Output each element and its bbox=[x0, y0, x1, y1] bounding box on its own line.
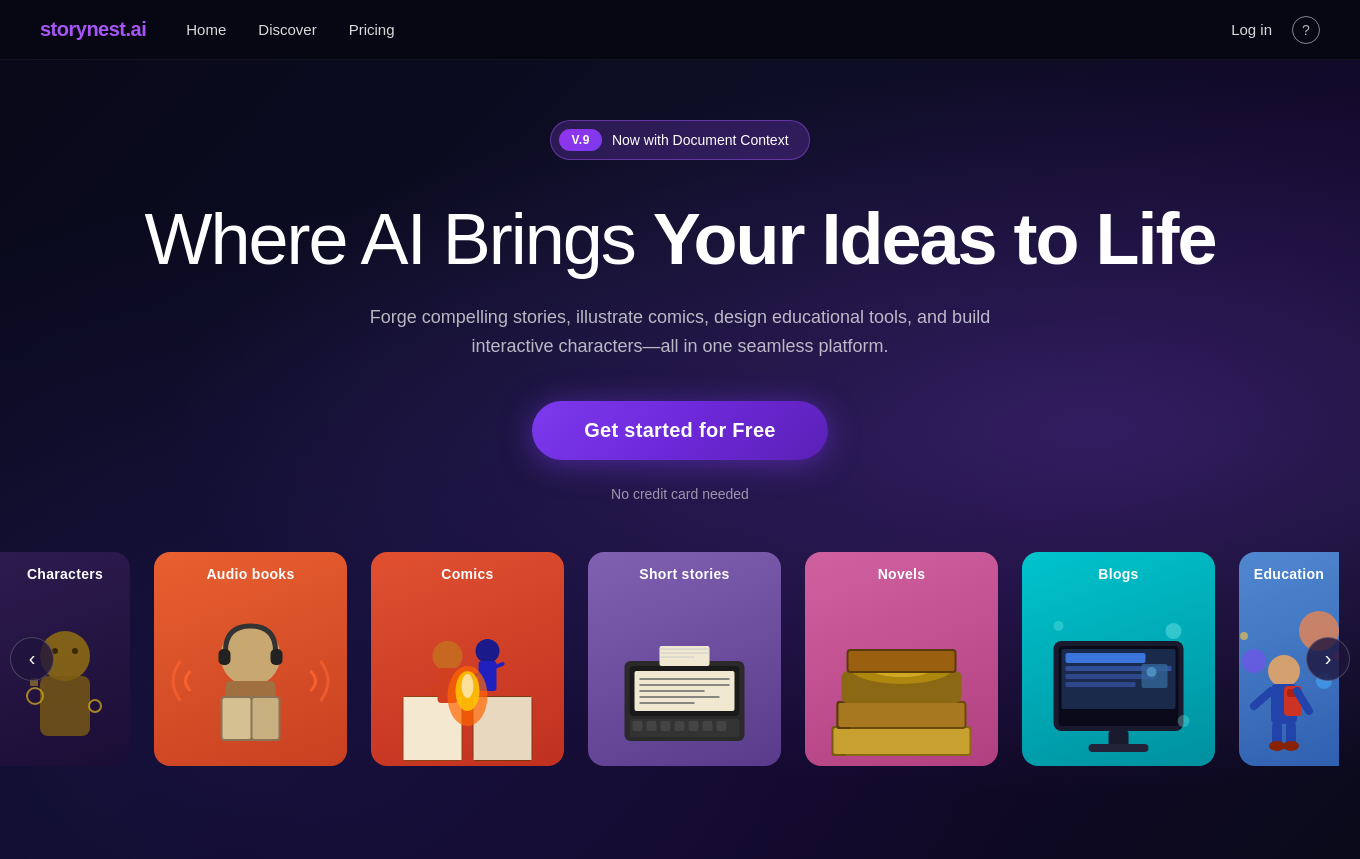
svg-rect-39 bbox=[647, 721, 657, 731]
nav-left: storynest.ai Home Discover Pricing bbox=[40, 18, 395, 41]
nav-item-home[interactable]: Home bbox=[186, 21, 226, 39]
svg-rect-66 bbox=[1066, 682, 1136, 687]
card-comics[interactable]: Comics bbox=[371, 552, 564, 766]
card-label-blogs: Blogs bbox=[1022, 566, 1215, 582]
svg-rect-13 bbox=[271, 649, 283, 665]
cards-row: Characters Audio books bbox=[0, 552, 1360, 766]
hero-title: Where AI Brings Your Ideas to Life bbox=[40, 200, 1320, 279]
logo-text: storynest.ai bbox=[40, 18, 146, 41]
card-label-audiobooks: Audio books bbox=[154, 566, 347, 582]
version-tag: V.9 bbox=[559, 129, 601, 151]
nav-item-pricing[interactable]: Pricing bbox=[349, 21, 395, 39]
comics-illustration bbox=[383, 596, 553, 766]
svg-rect-41 bbox=[675, 721, 685, 731]
card-audiobooks[interactable]: Audio books bbox=[154, 552, 347, 766]
nav-item-discover[interactable]: Discover bbox=[258, 21, 316, 39]
card-image-blogs bbox=[1022, 596, 1215, 766]
no-credit-text: No credit card needed bbox=[611, 486, 749, 502]
svg-rect-54 bbox=[839, 703, 965, 727]
card-label-education: Education bbox=[1239, 566, 1339, 582]
prev-icon: ‹ bbox=[29, 647, 36, 670]
audiobooks-illustration bbox=[171, 601, 331, 766]
badge-text: Now with Document Context bbox=[612, 132, 789, 148]
hero-title-part1: Where AI Brings bbox=[145, 199, 653, 279]
svg-rect-70 bbox=[1089, 744, 1149, 752]
logo-suffix: .ai bbox=[126, 18, 147, 40]
svg-point-77 bbox=[1240, 632, 1248, 640]
card-image-characters bbox=[0, 596, 130, 766]
svg-point-28 bbox=[462, 674, 474, 698]
card-label-characters: Characters bbox=[0, 566, 130, 582]
svg-point-18 bbox=[433, 641, 463, 671]
svg-point-68 bbox=[1147, 667, 1157, 677]
svg-rect-42 bbox=[689, 721, 699, 731]
nav-link-discover[interactable]: Discover bbox=[258, 21, 316, 38]
card-image-novels bbox=[805, 596, 998, 766]
svg-point-72 bbox=[1054, 621, 1064, 631]
card-blogs[interactable]: Blogs bbox=[1022, 552, 1215, 766]
svg-rect-38 bbox=[633, 721, 643, 731]
cta-button[interactable]: Get started for Free bbox=[532, 401, 828, 460]
hero-subtitle: Forge compelling stories, illustrate com… bbox=[330, 303, 1030, 361]
svg-point-79 bbox=[1268, 655, 1300, 687]
svg-point-3 bbox=[72, 648, 78, 654]
nav-links: Home Discover Pricing bbox=[186, 21, 394, 39]
svg-line-87 bbox=[1254, 691, 1271, 706]
svg-rect-43 bbox=[703, 721, 713, 731]
card-label-short: Short stories bbox=[588, 566, 781, 582]
card-short-stories[interactable]: Short stories bbox=[588, 552, 781, 766]
svg-rect-51 bbox=[834, 728, 970, 754]
version-badge: V.9 Now with Document Context bbox=[550, 120, 809, 160]
svg-rect-11 bbox=[253, 698, 279, 739]
navbar: storynest.ai Home Discover Pricing Log i… bbox=[0, 0, 1360, 60]
login-button[interactable]: Log in bbox=[1231, 21, 1272, 38]
logo-name: storynest bbox=[40, 18, 126, 40]
svg-point-22 bbox=[476, 639, 500, 663]
logo[interactable]: storynest.ai bbox=[40, 18, 146, 41]
svg-rect-1 bbox=[40, 676, 90, 736]
card-novels[interactable]: Novels bbox=[805, 552, 998, 766]
svg-point-86 bbox=[1283, 741, 1299, 751]
card-image-education bbox=[1239, 596, 1339, 766]
short-stories-illustration bbox=[605, 601, 765, 766]
card-image-comics bbox=[371, 596, 564, 766]
svg-rect-10 bbox=[223, 698, 251, 739]
hero-section: V.9 Now with Document Context Where AI B… bbox=[0, 60, 1360, 522]
nav-link-pricing[interactable]: Pricing bbox=[349, 21, 395, 38]
card-image-short bbox=[588, 596, 781, 766]
next-icon: › bbox=[1325, 647, 1332, 670]
card-label-novels: Novels bbox=[805, 566, 998, 582]
hero-title-part2: Your Ideas to Life bbox=[653, 199, 1216, 279]
education-illustration bbox=[1239, 601, 1339, 766]
svg-rect-63 bbox=[1066, 653, 1146, 663]
novels-illustration bbox=[822, 601, 982, 766]
carousel-next-button[interactable]: › bbox=[1306, 637, 1350, 681]
svg-rect-59 bbox=[849, 651, 955, 671]
carousel-prev-button[interactable]: ‹ bbox=[10, 637, 54, 681]
svg-rect-12 bbox=[219, 649, 231, 665]
svg-point-75 bbox=[1242, 649, 1266, 673]
nav-right: Log in ? bbox=[1231, 16, 1320, 44]
svg-point-5 bbox=[89, 700, 101, 712]
carousel-section: ‹ › Characters bbox=[0, 552, 1360, 766]
svg-point-85 bbox=[1269, 741, 1285, 751]
nav-link-home[interactable]: Home bbox=[186, 21, 226, 38]
blogs-illustration bbox=[1034, 601, 1204, 766]
svg-rect-40 bbox=[661, 721, 671, 731]
card-image-audiobooks bbox=[154, 596, 347, 766]
svg-rect-44 bbox=[717, 721, 727, 731]
card-label-comics: Comics bbox=[371, 566, 564, 582]
help-button[interactable]: ? bbox=[1292, 16, 1320, 44]
svg-point-71 bbox=[1166, 623, 1182, 639]
svg-rect-69 bbox=[1109, 731, 1129, 746]
svg-point-73 bbox=[1178, 715, 1190, 727]
